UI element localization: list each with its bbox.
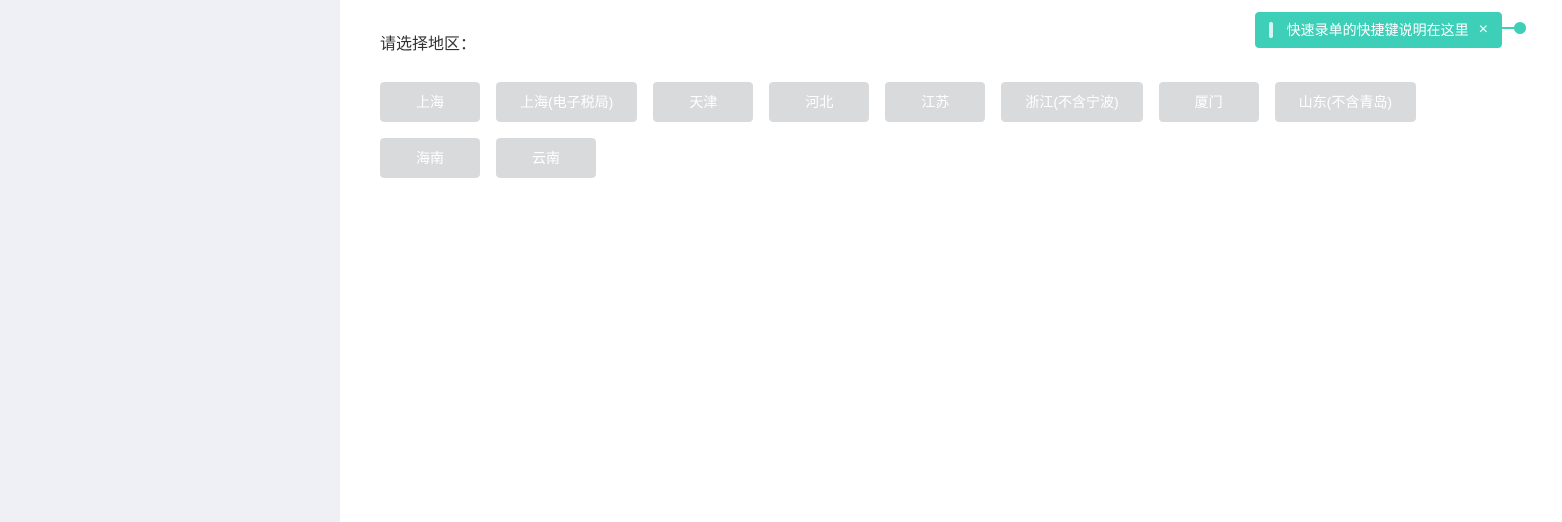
- region-button-yunnan[interactable]: 云南: [496, 138, 596, 178]
- left-sidebar: [0, 0, 340, 522]
- region-button-shandong[interactable]: 山东(不含青岛): [1275, 82, 1416, 122]
- region-button-zhejiang[interactable]: 浙江(不含宁波): [1001, 82, 1142, 122]
- region-grid: 上海上海(电子税局) 天津河北江苏浙江(不含宁波) 厦门山东(不含青岛) 海南云南: [380, 82, 1522, 178]
- region-button-hebei[interactable]: 河北: [769, 82, 869, 122]
- main-content: 请选择地区： 上海上海(电子税局)天津河北江苏浙江(不含宁波)厦门山东(不含青岛…: [340, 0, 1562, 522]
- region-button-shanghai[interactable]: 上海: [380, 82, 480, 122]
- tooltip-close-button[interactable]: ×: [1479, 22, 1488, 38]
- tooltip-connector-dot: [1514, 22, 1526, 34]
- region-button-shanghai-etax[interactable]: 上海(电子税局): [496, 82, 637, 122]
- region-button-tianjin[interactable]: 天津: [653, 82, 753, 122]
- region-button-jiangsu[interactable]: 江苏: [885, 82, 985, 122]
- region-button-hainan[interactable]: 海南: [380, 138, 480, 178]
- tooltip-connector-line: [1500, 27, 1514, 29]
- tooltip-text: 快速录单的快捷键说明在这里: [1287, 20, 1469, 40]
- tooltip-banner: 快速录单的快捷键说明在这里 ×: [1255, 12, 1502, 48]
- tooltip-bar: [1269, 22, 1273, 38]
- region-button-xiamen[interactable]: 厦门: [1159, 82, 1259, 122]
